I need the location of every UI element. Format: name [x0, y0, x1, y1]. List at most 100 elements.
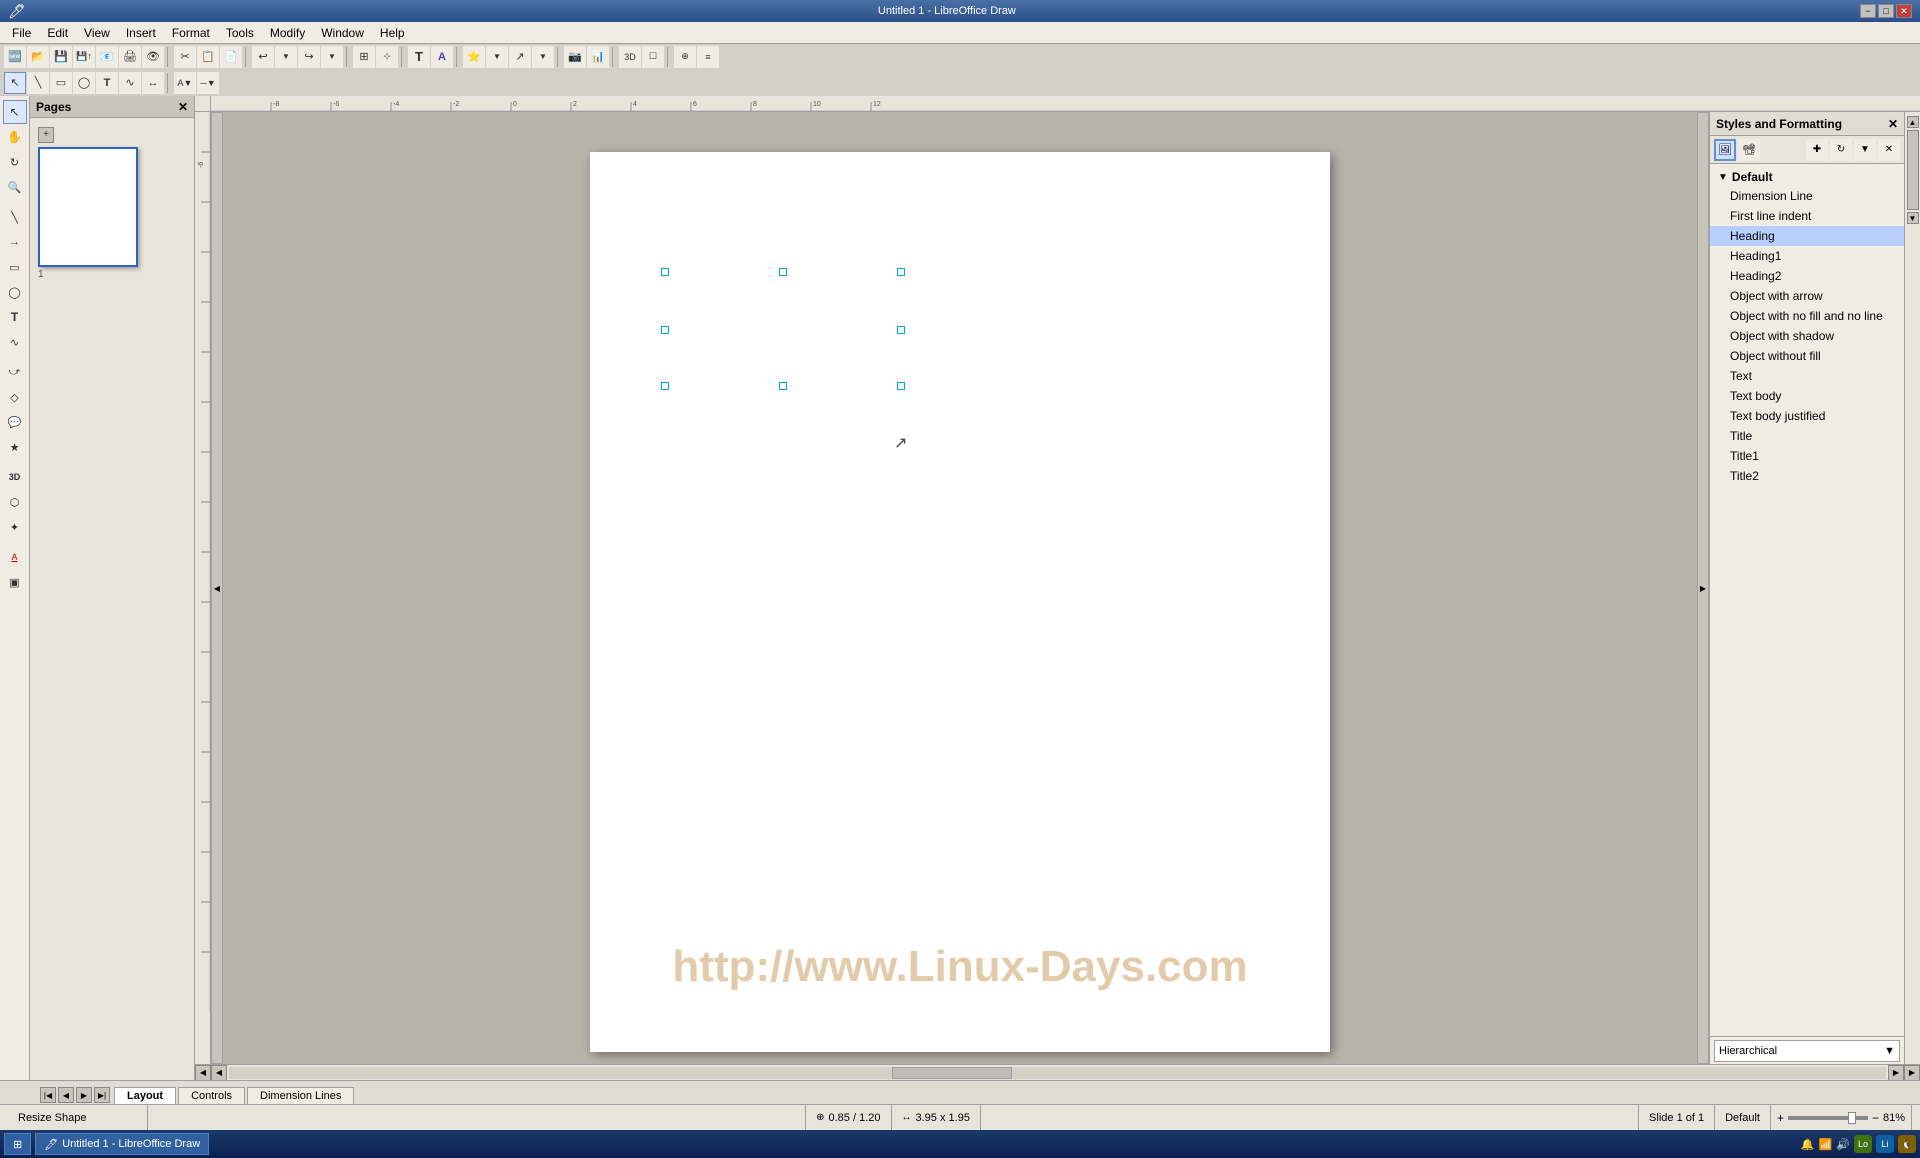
- style-item-object-with-shadow[interactable]: Object with shadow: [1710, 326, 1904, 346]
- nav-next-btn[interactable]: ▶: [76, 1087, 92, 1103]
- handle-top-right[interactable]: [897, 268, 905, 276]
- toggle-shadow-button[interactable]: ☐: [642, 46, 664, 68]
- handle-mid-right[interactable]: [897, 326, 905, 334]
- fill-color-btn[interactable]: A▼: [174, 72, 196, 94]
- h-scroll-track[interactable]: [229, 1067, 1886, 1079]
- menu-format[interactable]: Format: [164, 24, 218, 42]
- undo-dropdown-button[interactable]: ▼: [275, 46, 297, 68]
- pan-tool[interactable]: ✋: [3, 125, 27, 149]
- ellipse-tool-left[interactable]: ◯: [3, 280, 27, 304]
- style-item-heading[interactable]: Heading: [1710, 226, 1904, 246]
- style-item-object-with-arrow[interactable]: Object with arrow: [1710, 286, 1904, 306]
- shapes-button[interactable]: ⭐: [463, 46, 485, 68]
- cut-button[interactable]: ✂: [174, 46, 196, 68]
- lines-button[interactable]: ↗: [509, 46, 531, 68]
- zoom-decrease-icon[interactable]: +: [1777, 1111, 1784, 1125]
- glue-points-tool[interactable]: ✦: [3, 515, 27, 539]
- style-item-heading1[interactable]: Heading1: [1710, 246, 1904, 266]
- handle-top-center[interactable]: [779, 268, 787, 276]
- undo-button[interactable]: ↩: [252, 46, 274, 68]
- page-thumbnail-1[interactable]: [38, 147, 138, 267]
- text-tool[interactable]: T: [96, 72, 118, 94]
- style-item-dimension-line[interactable]: Dimension Line: [1710, 186, 1904, 206]
- close-button[interactable]: ✕: [1896, 4, 1912, 18]
- insert-image-button[interactable]: 📷: [564, 46, 586, 68]
- h-scroll-thumb[interactable]: [892, 1067, 1012, 1079]
- style-item-object-without-fill[interactable]: Object without fill: [1710, 346, 1904, 366]
- handle-top-left[interactable]: [661, 268, 669, 276]
- canvas-scroll[interactable]: ↗ http://www.Linux-Days.com: [223, 112, 1697, 1064]
- connector-tool-left[interactable]: ⤻: [3, 360, 27, 384]
- menu-file[interactable]: File: [4, 24, 39, 42]
- handle-bot-center[interactable]: [779, 382, 787, 390]
- zoom-slider-thumb[interactable]: [1848, 1112, 1856, 1124]
- right-edge-btn-3[interactable]: ▼: [1907, 212, 1919, 224]
- callout-tool[interactable]: 💬: [3, 410, 27, 434]
- horizontal-scrollbar[interactable]: ◀ ◀ ▶ ▶: [195, 1064, 1920, 1080]
- menu-edit[interactable]: Edit: [39, 24, 76, 42]
- style-mode-dropdown[interactable]: Hierarchical ▼: [1714, 1040, 1900, 1062]
- navigator-button[interactable]: ⊕: [674, 46, 696, 68]
- menu-help[interactable]: Help: [372, 24, 413, 42]
- rectangle-tool[interactable]: ▭: [50, 72, 72, 94]
- shapes-dropdown-button[interactable]: ▼: [486, 46, 508, 68]
- maximize-button[interactable]: □: [1878, 4, 1894, 18]
- stars-tool[interactable]: ★: [3, 435, 27, 459]
- print-button[interactable]: 🖨: [119, 46, 141, 68]
- save-button[interactable]: 💾: [50, 46, 72, 68]
- new-button[interactable]: 🆕: [4, 46, 26, 68]
- grid-button[interactable]: ⊞: [353, 46, 375, 68]
- presentation-styles-btn[interactable]: 📽: [1738, 139, 1760, 161]
- snap-button[interactable]: ⊹: [376, 46, 398, 68]
- select-tool[interactable]: ↖: [4, 72, 26, 94]
- start-button[interactable]: ⊞: [4, 1133, 31, 1155]
- redo-dropdown-button[interactable]: ▼: [321, 46, 343, 68]
- menu-window[interactable]: Window: [313, 24, 372, 42]
- copy-button[interactable]: 📋: [197, 46, 219, 68]
- tray-icon-1[interactable]: 🔔: [1801, 1138, 1815, 1151]
- slide-canvas[interactable]: ↗ http://www.Linux-Days.com: [590, 152, 1330, 1052]
- nav-prev2-btn[interactable]: ◀: [58, 1087, 74, 1103]
- handle-bot-right[interactable]: [897, 382, 905, 390]
- close-styles-btn[interactable]: ✕: [1878, 139, 1900, 161]
- rotate-tool[interactable]: ↻: [3, 150, 27, 174]
- zoom-slider-track[interactable]: [1788, 1116, 1868, 1120]
- tab-layout[interactable]: Layout: [114, 1087, 176, 1104]
- style-item-text-body-justified[interactable]: Text body justified: [1710, 406, 1904, 426]
- toggle-points-tool[interactable]: ⬡: [3, 490, 27, 514]
- text-button[interactable]: T: [408, 46, 430, 68]
- rect-tool[interactable]: ▭: [3, 255, 27, 279]
- new-style-btn[interactable]: ✚: [1806, 139, 1828, 161]
- scroll-left-btn2[interactable]: ◀: [211, 1065, 227, 1081]
- fontwork-button[interactable]: A: [431, 46, 453, 68]
- lines-dropdown-button[interactable]: ▼: [532, 46, 554, 68]
- style-item-heading2[interactable]: Heading2: [1710, 266, 1904, 286]
- graphic-styles-btn[interactable]: 🖼: [1714, 139, 1736, 161]
- line-tool[interactable]: ╲: [27, 72, 49, 94]
- email-button[interactable]: 📧: [96, 46, 118, 68]
- style-item-text-body[interactable]: Text body: [1710, 386, 1904, 406]
- toggle-extrusion-button[interactable]: 3D: [619, 46, 641, 68]
- style-item-title[interactable]: Title: [1710, 426, 1904, 446]
- insert-table-button[interactable]: 📊: [587, 46, 609, 68]
- nav-next2-btn[interactable]: ▶|: [94, 1087, 110, 1103]
- connector-tool[interactable]: ↔: [142, 72, 164, 94]
- ellipse-tool[interactable]: ◯: [73, 72, 95, 94]
- menu-insert[interactable]: Insert: [118, 24, 164, 42]
- styles-panel-close-button[interactable]: ✕: [1888, 117, 1898, 131]
- fill-color-tool[interactable]: A: [3, 545, 27, 569]
- preview-button[interactable]: 👁: [142, 46, 164, 68]
- tray-icon-3[interactable]: 🔊: [1836, 1138, 1850, 1151]
- minimize-button[interactable]: −: [1860, 4, 1876, 18]
- scroll-left-btn[interactable]: ◀: [195, 1065, 211, 1081]
- line-color-btn[interactable]: ─▼: [197, 72, 219, 94]
- curve-tool-left[interactable]: ∿: [3, 330, 27, 354]
- flowchart-tool[interactable]: ◇: [3, 385, 27, 409]
- style-item-first-line-indent[interactable]: First line indent: [1710, 206, 1904, 226]
- scroll-right-btn[interactable]: ▶: [1888, 1065, 1904, 1081]
- style-item-text[interactable]: Text: [1710, 366, 1904, 386]
- handle-mid-left[interactable]: [661, 326, 669, 334]
- right-edge-btn-2[interactable]: [1907, 130, 1919, 210]
- zoom-tool[interactable]: 🔍: [3, 175, 27, 199]
- redo-button[interactable]: ↪: [298, 46, 320, 68]
